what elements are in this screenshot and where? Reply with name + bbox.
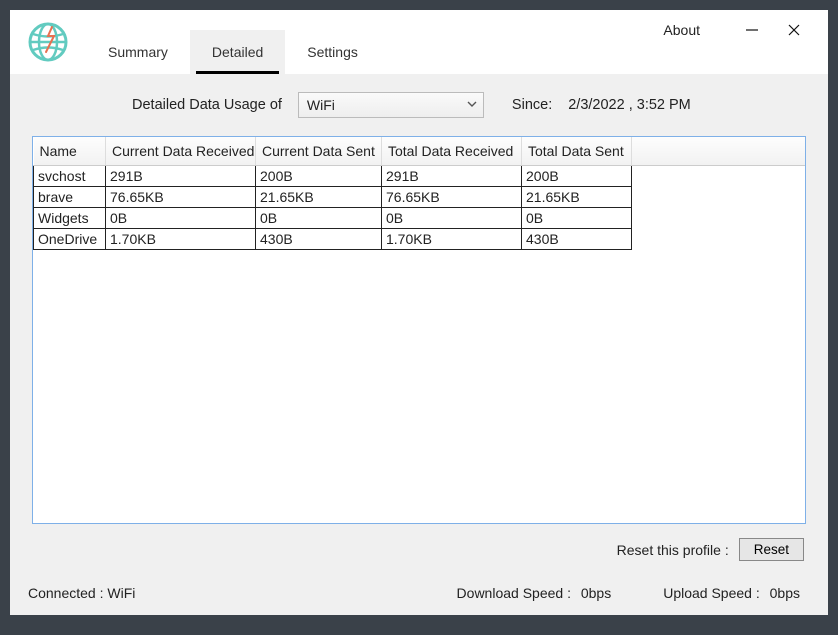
app-window: Summary Detailed Settings About Detailed… bbox=[10, 10, 828, 615]
tab-summary[interactable]: Summary bbox=[86, 30, 190, 74]
table-row[interactable]: Widgets0B0B0B0B bbox=[34, 208, 806, 229]
status-download: Download Speed : 0bps bbox=[457, 585, 612, 601]
cell-ts: 430B bbox=[522, 229, 632, 250]
data-table: Name Current Data Received Current Data … bbox=[33, 137, 805, 250]
cell-cr: 76.65KB bbox=[106, 187, 256, 208]
col-header-current-received[interactable]: Current Data Received bbox=[106, 137, 256, 166]
cell-name: brave bbox=[34, 187, 106, 208]
app-logo-icon bbox=[28, 22, 68, 62]
cell-ts: 21.65KB bbox=[522, 187, 632, 208]
cell-name: svchost bbox=[34, 166, 106, 187]
status-download-value: 0bps bbox=[581, 585, 611, 601]
cell-ts: 0B bbox=[522, 208, 632, 229]
status-download-label: Download Speed : bbox=[457, 585, 571, 601]
cell-tr: 1.70KB bbox=[382, 229, 522, 250]
reset-button[interactable]: Reset bbox=[739, 538, 804, 561]
status-connected-label: Connected : bbox=[28, 585, 107, 601]
status-upload-label: Upload Speed : bbox=[663, 585, 760, 601]
cell-tr: 0B bbox=[382, 208, 522, 229]
window-controls: About bbox=[663, 10, 828, 42]
reset-row: Reset this profile : Reset bbox=[32, 524, 806, 569]
since-label: Since: bbox=[512, 97, 552, 113]
col-header-current-sent[interactable]: Current Data Sent bbox=[256, 137, 382, 166]
status-connected-value: WiFi bbox=[107, 585, 135, 601]
tab-detailed[interactable]: Detailed bbox=[190, 30, 285, 74]
tab-bar: Summary Detailed Settings bbox=[86, 10, 380, 74]
about-link[interactable]: About bbox=[663, 22, 700, 38]
status-upload-value: 0bps bbox=[770, 585, 800, 601]
adapter-select[interactable]: WiFi bbox=[298, 92, 484, 118]
adapter-select-value: WiFi bbox=[307, 97, 335, 113]
table-row[interactable]: svchost291B200B291B200B bbox=[34, 166, 806, 187]
col-header-total-sent[interactable]: Total Data Sent bbox=[522, 137, 632, 166]
cell-cr: 1.70KB bbox=[106, 229, 256, 250]
cell-cs: 430B bbox=[256, 229, 382, 250]
data-table-container: Name Current Data Received Current Data … bbox=[32, 136, 806, 524]
cell-cr: 0B bbox=[106, 208, 256, 229]
titlebar: Summary Detailed Settings About bbox=[10, 10, 828, 74]
cell-tr: 76.65KB bbox=[382, 187, 522, 208]
reset-label: Reset this profile : bbox=[617, 542, 729, 558]
status-upload: Upload Speed : 0bps bbox=[663, 585, 800, 601]
filter-row: Detailed Data Usage of WiFi Since: 2/3/2… bbox=[32, 92, 806, 118]
status-bar: Connected : WiFi Download Speed : 0bps U… bbox=[10, 579, 828, 615]
content-area: Detailed Data Usage of WiFi Since: 2/3/2… bbox=[10, 74, 828, 579]
col-header-total-received[interactable]: Total Data Received bbox=[382, 137, 522, 166]
cell-tr: 291B bbox=[382, 166, 522, 187]
col-header-spare bbox=[632, 137, 806, 166]
filter-label: Detailed Data Usage of bbox=[132, 97, 282, 113]
cell-ts: 200B bbox=[522, 166, 632, 187]
chevron-down-icon bbox=[467, 99, 477, 112]
minimize-button[interactable] bbox=[740, 18, 764, 42]
table-row[interactable]: OneDrive1.70KB430B1.70KB430B bbox=[34, 229, 806, 250]
cell-cs: 0B bbox=[256, 208, 382, 229]
table-row[interactable]: brave76.65KB21.65KB76.65KB21.65KB bbox=[34, 187, 806, 208]
cell-name: OneDrive bbox=[34, 229, 106, 250]
tab-settings[interactable]: Settings bbox=[285, 30, 380, 74]
cell-cs: 200B bbox=[256, 166, 382, 187]
status-connected: Connected : WiFi bbox=[28, 585, 135, 601]
cell-cr: 291B bbox=[106, 166, 256, 187]
col-header-name[interactable]: Name bbox=[34, 137, 106, 166]
cell-cs: 21.65KB bbox=[256, 187, 382, 208]
cell-name: Widgets bbox=[34, 208, 106, 229]
close-button[interactable] bbox=[782, 18, 806, 42]
since-value: 2/3/2022 , 3:52 PM bbox=[568, 97, 691, 113]
